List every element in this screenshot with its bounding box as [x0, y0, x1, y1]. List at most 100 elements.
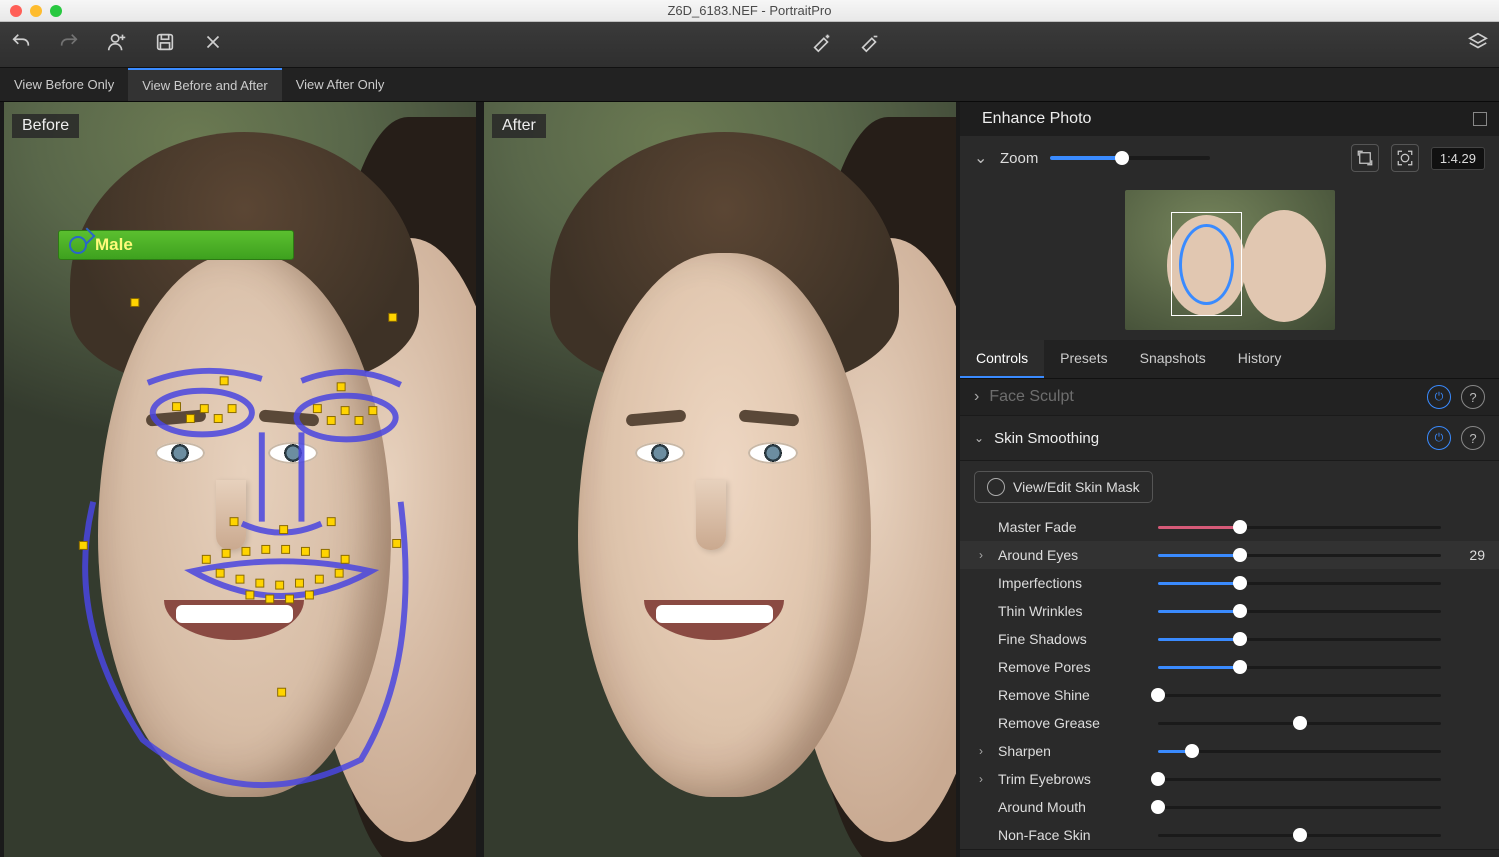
slider-track[interactable] — [1158, 554, 1441, 557]
slider-label: Around Eyes — [998, 547, 1148, 563]
brush-add-button[interactable] — [811, 31, 833, 58]
window-title: Z6D_6183.NEF - PortraitPro — [0, 3, 1499, 18]
slider-label: Thin Wrinkles — [998, 603, 1148, 619]
slider-label: Sharpen — [998, 743, 1148, 759]
slider-track[interactable] — [1158, 834, 1441, 837]
after-label: After — [492, 114, 546, 138]
slider-thumb[interactable] — [1233, 576, 1247, 590]
slider-track[interactable] — [1158, 638, 1441, 641]
slider-row-master-fade: Master Fade — [960, 513, 1499, 541]
slider-label: Non-Face Skin — [998, 827, 1148, 843]
slider-thumb[interactable] — [1293, 716, 1307, 730]
skin-smoothing-title: Skin Smoothing — [994, 430, 1099, 447]
zoom-label: Zoom — [1000, 150, 1038, 167]
slider-track[interactable] — [1158, 778, 1441, 781]
before-pane[interactable]: Before Male — [4, 102, 476, 857]
toolbar — [0, 22, 1499, 68]
chevron-right-icon[interactable]: › — [974, 744, 988, 758]
slider-label: Trim Eyebrows — [998, 771, 1148, 787]
slider-track[interactable] — [1158, 666, 1441, 669]
slider-track[interactable] — [1158, 610, 1441, 613]
image-canvas[interactable]: Before Male — [0, 102, 960, 857]
slider-fill — [1158, 582, 1240, 585]
slider-thumb[interactable] — [1233, 660, 1247, 674]
chevron-right-icon[interactable]: › — [974, 548, 988, 562]
slider-row-remove-pores: Remove Pores — [960, 653, 1499, 681]
slider-thumb[interactable] — [1185, 744, 1199, 758]
panel-tabs: Controls Presets Snapshots History — [960, 340, 1499, 379]
close-button[interactable] — [202, 31, 224, 58]
slider-value: 29 — [1451, 547, 1485, 563]
male-icon — [69, 236, 87, 254]
slider-row-around-mouth: Around Mouth — [960, 793, 1499, 821]
tab-snapshots[interactable]: Snapshots — [1124, 340, 1222, 378]
slider-label: Around Mouth — [998, 799, 1148, 815]
sidebar-header: Enhance Photo — [960, 102, 1499, 136]
slider-thumb[interactable] — [1151, 688, 1165, 702]
zoom-slider-thumb[interactable] — [1115, 151, 1129, 165]
tab-history[interactable]: History — [1222, 340, 1298, 378]
section-skin-smoothing-header[interactable]: ⌄ Skin Smoothing ⏻ ? — [960, 416, 1499, 461]
slider-row-imperfections: Imperfections — [960, 569, 1499, 597]
view-edit-skin-mask-button[interactable]: View/Edit Skin Mask — [974, 471, 1153, 503]
slider-label: Imperfections — [998, 575, 1148, 591]
fit-screen-button[interactable] — [1351, 144, 1379, 172]
mask-icon — [987, 478, 1005, 496]
slider-label: Remove Shine — [998, 687, 1148, 703]
slider-row-around-eyes: › Around Eyes 29 — [960, 541, 1499, 569]
power-toggle-icon[interactable]: ⏻ — [1427, 385, 1451, 409]
zoom-slider[interactable] — [1050, 156, 1210, 160]
slider-row-thin-wrinkles: Thin Wrinkles — [960, 597, 1499, 625]
add-face-button[interactable] — [106, 31, 128, 58]
tab-view-after-only[interactable]: View After Only — [282, 68, 399, 101]
slider-fill — [1158, 666, 1240, 669]
face-landmarks-overlay[interactable] — [4, 102, 476, 857]
after-pane[interactable]: After — [484, 102, 956, 857]
controls-panel-body[interactable]: › Face Sculpt ⏻ ? ⌄ Skin Smoothing ⏻ ? — [960, 379, 1499, 857]
tab-view-before-and-after[interactable]: View Before and After — [128, 68, 282, 101]
panel-options-icon[interactable] — [1473, 112, 1487, 126]
navigator-thumbnail[interactable] — [960, 180, 1499, 340]
slider-thumb[interactable] — [1293, 828, 1307, 842]
slider-row-remove-shine: Remove Shine — [960, 681, 1499, 709]
tab-controls[interactable]: Controls — [960, 340, 1044, 378]
navigator-face-oval[interactable] — [1179, 224, 1234, 305]
redo-button[interactable] — [58, 31, 80, 58]
view-tabs: View Before Only View Before and After V… — [0, 68, 1499, 102]
section-texture-header[interactable]: › Texture — [960, 849, 1499, 857]
undo-button[interactable] — [10, 31, 32, 58]
slider-track[interactable] — [1158, 526, 1441, 529]
slider-thumb[interactable] — [1233, 520, 1247, 534]
help-icon[interactable]: ? — [1461, 385, 1485, 409]
before-label: Before — [12, 114, 79, 138]
chevron-down-icon[interactable]: ⌄ — [974, 148, 988, 168]
chevron-right-icon[interactable]: › — [974, 772, 988, 786]
slider-row-sharpen: › Sharpen — [960, 737, 1499, 765]
brush-remove-button[interactable] — [859, 31, 881, 58]
slider-thumb[interactable] — [1151, 800, 1165, 814]
slider-row-remove-grease: Remove Grease — [960, 709, 1499, 737]
gender-tag[interactable]: Male — [58, 230, 294, 260]
slider-thumb[interactable] — [1233, 604, 1247, 618]
slider-track[interactable] — [1158, 722, 1441, 725]
fit-face-button[interactable] — [1391, 144, 1419, 172]
help-icon[interactable]: ? — [1461, 426, 1485, 450]
slider-track[interactable] — [1158, 750, 1441, 753]
slider-thumb[interactable] — [1151, 772, 1165, 786]
tab-presets[interactable]: Presets — [1044, 340, 1123, 378]
slider-row-non-face-skin: Non-Face Skin — [960, 821, 1499, 849]
layers-button[interactable] — [1467, 31, 1489, 58]
slider-label: Master Fade — [998, 519, 1148, 535]
tab-view-before-only[interactable]: View Before Only — [0, 68, 128, 101]
save-button[interactable] — [154, 31, 176, 58]
slider-track[interactable] — [1158, 806, 1441, 809]
slider-thumb[interactable] — [1233, 632, 1247, 646]
gender-label: Male — [95, 235, 133, 255]
slider-thumb[interactable] — [1233, 548, 1247, 562]
section-face-sculpt[interactable]: › Face Sculpt ⏻ ? — [960, 379, 1499, 416]
slider-track[interactable] — [1158, 694, 1441, 697]
power-toggle-icon[interactable]: ⏻ — [1427, 426, 1451, 450]
zoom-value[interactable]: 1:4.29 — [1431, 147, 1485, 170]
slider-label: Remove Pores — [998, 659, 1148, 675]
slider-track[interactable] — [1158, 582, 1441, 585]
